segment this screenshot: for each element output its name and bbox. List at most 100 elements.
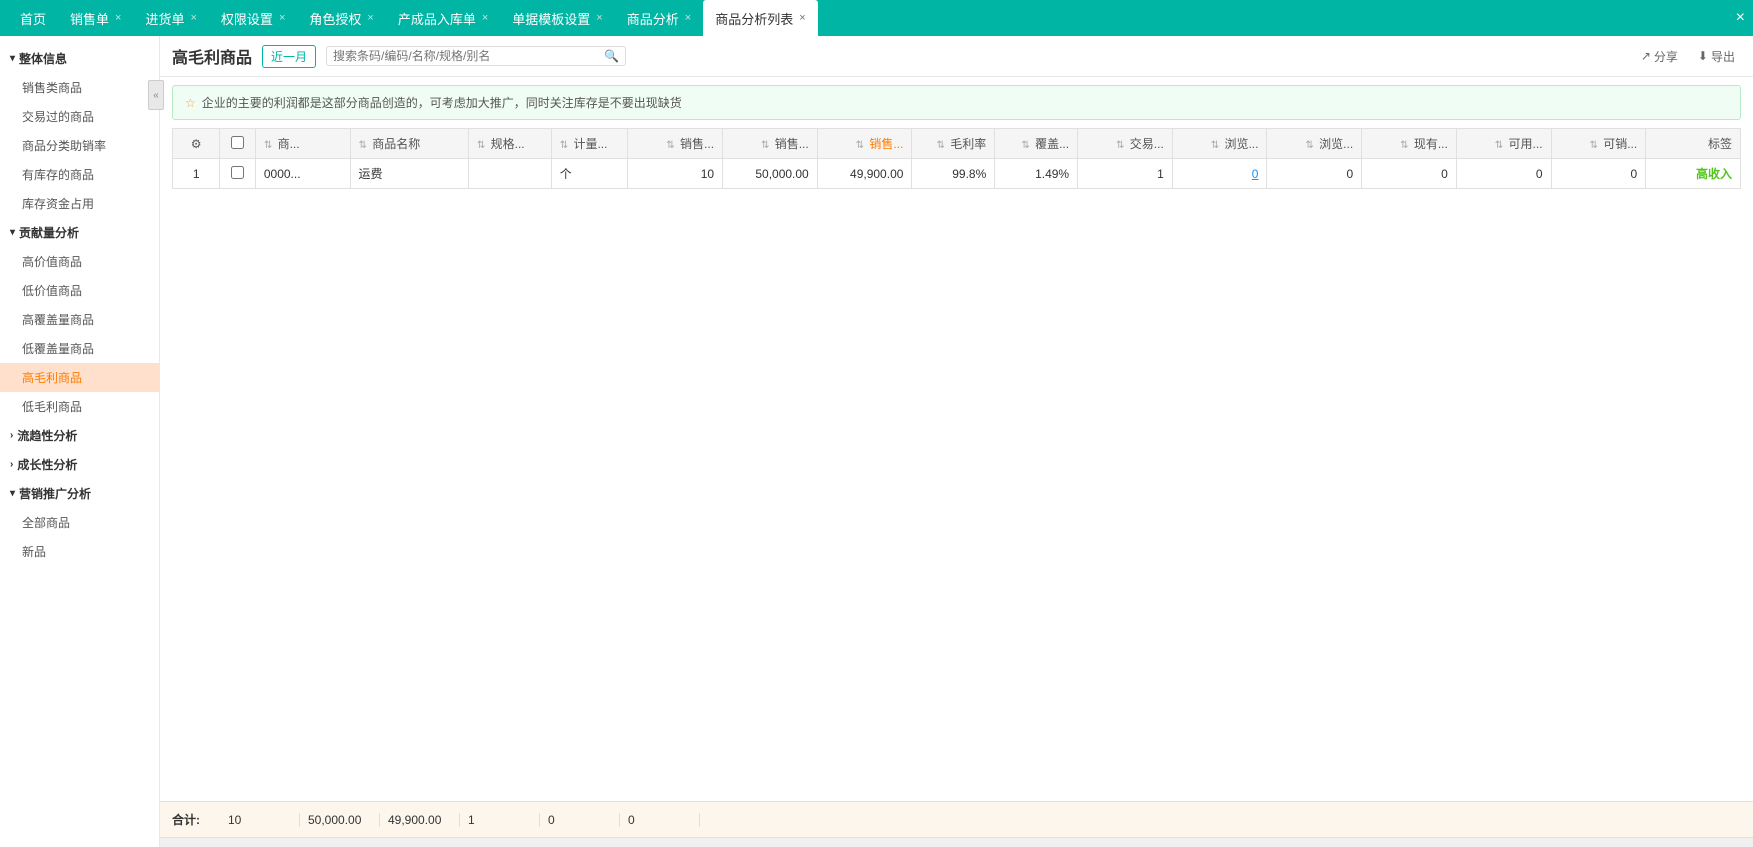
tab-purchase-label: 进货单 xyxy=(145,9,184,28)
tab-product-analysis-list[interactable]: 商品分析列表 × xyxy=(703,0,817,36)
sort-icon-code: ⇅ xyxy=(264,140,272,151)
tab-product-inbound-close[interactable]: × xyxy=(482,12,488,24)
sidebar-item-low-value[interactable]: 低价值商品 xyxy=(0,276,159,305)
tab-template-settings-close[interactable]: × xyxy=(596,12,602,24)
page-title: 高毛利商品 xyxy=(172,44,252,68)
tab-purchase-close[interactable]: × xyxy=(190,12,196,24)
col-coverage-label: 覆盖... xyxy=(1035,137,1069,151)
col-header-unit[interactable]: ⇅ 计量... xyxy=(551,129,628,159)
col-gross-rate-label: 毛利率 xyxy=(950,137,986,151)
tab-purchase[interactable]: 进货单 × xyxy=(133,0,208,36)
tab-permissions-label: 权限设置 xyxy=(221,9,273,28)
sidebar-item-new-goods[interactable]: 新品 xyxy=(0,537,159,566)
tab-product-analysis-close[interactable]: × xyxy=(685,12,691,24)
cell-check[interactable] xyxy=(220,159,256,189)
col-unit-label: 计量... xyxy=(573,137,607,151)
cell-transactions: 1 xyxy=(1078,159,1173,189)
select-all-checkbox[interactable] xyxy=(231,136,244,149)
col-tag-label: 标签 xyxy=(1708,137,1732,151)
close-all-tabs[interactable]: × xyxy=(1736,9,1745,27)
tab-roles-label: 角色授权 xyxy=(309,9,361,28)
col-header-sellable[interactable]: ⇅ 可销... xyxy=(1551,129,1646,159)
sidebar-item-traded-goods[interactable]: 交易过的商品 xyxy=(0,102,159,131)
col-header-name[interactable]: ⇅ 商品名称 xyxy=(350,129,468,159)
col-header-sales-qty[interactable]: ⇅ 销售... xyxy=(628,129,723,159)
sidebar-group-trend-label: 流趋性分析 xyxy=(17,427,77,444)
settings-icon[interactable]: ⚙ xyxy=(191,137,202,151)
col-header-coverage[interactable]: ⇅ 覆盖... xyxy=(995,129,1078,159)
chevron-right-icon: › xyxy=(10,430,13,441)
tab-sales[interactable]: 销售单 × xyxy=(58,0,133,36)
col-browse1-label: 浏览... xyxy=(1224,137,1258,151)
sidebar-item-low-coverage[interactable]: 低覆盖量商品 xyxy=(0,334,159,363)
chevron-down-icon-2: ▾ xyxy=(10,227,15,238)
sidebar: ▾ 整体信息 销售类商品 交易过的商品 商品分类助销率 有库存的商品 库存资金占… xyxy=(0,36,160,847)
sidebar-item-high-coverage[interactable]: 高覆盖量商品 xyxy=(0,305,159,334)
col-header-num: ⚙ xyxy=(173,129,220,159)
sidebar-group-contribution-label: 贡献量分析 xyxy=(19,224,79,241)
sidebar-group-overall[interactable]: ▾ 整体信息 xyxy=(0,44,159,73)
col-header-transactions[interactable]: ⇅ 交易... xyxy=(1078,129,1173,159)
sidebar-item-category-rate[interactable]: 商品分类助销率 xyxy=(0,131,159,160)
cell-browse1[interactable]: 0 xyxy=(1172,159,1267,189)
tab-product-analysis[interactable]: 商品分析 × xyxy=(615,0,703,36)
tab-permissions[interactable]: 权限设置 × xyxy=(209,0,297,36)
share-icon: ↗ xyxy=(1641,49,1651,63)
table-header-row: ⚙ ⇅ 商... ⇅ 商品名称 xyxy=(173,129,1741,159)
sort-icon-spec: ⇅ xyxy=(477,140,485,151)
cell-sellable: 0 xyxy=(1551,159,1646,189)
tab-template-settings[interactable]: 单据模板设置 × xyxy=(500,0,614,36)
tab-product-inbound[interactable]: 产成品入库单 × xyxy=(386,0,500,36)
sidebar-item-low-margin[interactable]: 低毛利商品 xyxy=(0,392,159,421)
share-button[interactable]: ↗ 分享 xyxy=(1635,45,1684,68)
col-name-label: 商品名称 xyxy=(372,137,420,151)
col-header-code[interactable]: ⇅ 商... xyxy=(255,129,350,159)
export-button[interactable]: ⬇ 导出 xyxy=(1692,45,1741,68)
footer-sales-amount: 50,000.00 xyxy=(300,813,380,827)
sidebar-group-contribution[interactable]: ▾ 贡献量分析 xyxy=(0,218,159,247)
sidebar-collapse-button[interactable]: « xyxy=(148,80,164,110)
tab-roles-close[interactable]: × xyxy=(367,12,373,24)
col-header-spec[interactable]: ⇅ 规格... xyxy=(468,129,551,159)
col-header-available[interactable]: ⇅ 可用... xyxy=(1456,129,1551,159)
sort-icon-name: ⇅ xyxy=(359,140,367,151)
sidebar-item-high-margin[interactable]: 高毛利商品 xyxy=(0,363,159,392)
col-current-stock-label: 现有... xyxy=(1414,137,1448,151)
tab-product-analysis-list-close[interactable]: × xyxy=(799,12,805,24)
search-input[interactable] xyxy=(333,49,604,63)
tab-permissions-close[interactable]: × xyxy=(279,12,285,24)
sidebar-item-sales-goods[interactable]: 销售类商品 xyxy=(0,73,159,102)
sort-icon-current-stock: ⇅ xyxy=(1400,140,1408,151)
row-checkbox[interactable] xyxy=(231,166,244,179)
tab-roles[interactable]: 角色授权 × xyxy=(297,0,385,36)
search-icon[interactable]: 🔍 xyxy=(604,49,619,63)
footer-transactions: 1 xyxy=(460,813,540,827)
col-header-gross-rate[interactable]: ⇅ 毛利率 xyxy=(912,129,995,159)
chevron-right-icon-2: › xyxy=(10,459,13,470)
cell-browse2: 0 xyxy=(1267,159,1362,189)
sidebar-item-high-value[interactable]: 高价值商品 xyxy=(0,247,159,276)
sidebar-group-growth[interactable]: › 成长性分析 xyxy=(0,450,159,479)
sidebar-item-all-goods[interactable]: 全部商品 xyxy=(0,508,159,537)
sidebar-group-trend[interactable]: › 流趋性分析 xyxy=(0,421,159,450)
footer-current-stock: 0 xyxy=(540,813,620,827)
sort-icon-coverage: ⇅ xyxy=(1021,140,1029,151)
filter-recent-month-button[interactable]: 近一月 xyxy=(262,45,316,68)
col-header-browse1[interactable]: ⇅ 浏览... xyxy=(1172,129,1267,159)
sidebar-item-stock-capital[interactable]: 库存资金占用 xyxy=(0,189,159,218)
col-header-current-stock[interactable]: ⇅ 现有... xyxy=(1362,129,1457,159)
horizontal-scrollbar[interactable] xyxy=(160,837,1753,847)
footer-cells: 10 50,000.00 49,900.00 1 0 0 xyxy=(220,813,1741,827)
col-header-sales-amount[interactable]: ⇅ 销售... xyxy=(723,129,818,159)
tab-sales-close[interactable]: × xyxy=(115,12,121,24)
col-header-browse2[interactable]: ⇅ 浏览... xyxy=(1267,129,1362,159)
cell-current-stock: 0 xyxy=(1362,159,1457,189)
sidebar-group-marketing[interactable]: ▾ 营销推广分析 xyxy=(0,479,159,508)
info-text: 企业的主要的利润都是这部分商品创造的，可考虑加大推广，同时关注库存是不要出现缺货 xyxy=(202,94,682,111)
tab-home[interactable]: 首页 xyxy=(8,0,58,36)
cell-code: 0000... xyxy=(255,159,350,189)
content-header: 高毛利商品 近一月 🔍 ↗ 分享 ⬇ 导出 xyxy=(160,36,1753,77)
sidebar-item-in-stock[interactable]: 有库存的商品 xyxy=(0,160,159,189)
col-header-sales-profit[interactable]: ⇅ 销售... xyxy=(817,129,912,159)
cell-name: 运费 xyxy=(350,159,468,189)
